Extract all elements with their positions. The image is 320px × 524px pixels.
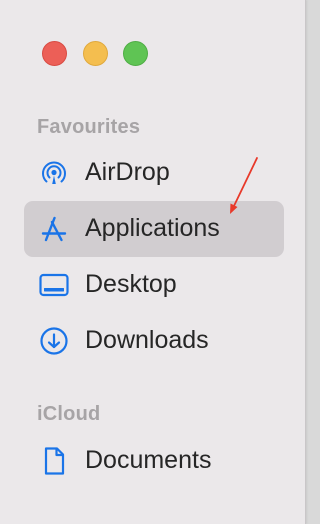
applications-icon xyxy=(41,216,67,242)
finder-sidebar-window: Favourites AirDrop Applications Desktop xyxy=(0,0,306,524)
sidebar-item-downloads[interactable]: Downloads xyxy=(24,313,284,369)
downloads-icon xyxy=(40,327,68,355)
zoom-window-button[interactable] xyxy=(123,41,148,66)
sidebar-item-label: Downloads xyxy=(85,326,209,354)
document-icon xyxy=(44,447,65,475)
icloud-heading: iCloud xyxy=(37,403,101,425)
sidebar-item-label: Applications xyxy=(85,214,220,242)
desktop-icon xyxy=(39,273,69,297)
sidebar-item-label: Documents xyxy=(85,446,212,474)
minimize-window-button[interactable] xyxy=(83,41,108,66)
favourites-heading: Favourites xyxy=(37,116,141,138)
airdrop-icon xyxy=(42,161,66,184)
sidebar-item-applications[interactable]: Applications xyxy=(24,201,284,257)
sidebar-item-desktop[interactable]: Desktop xyxy=(24,257,284,313)
sidebar-item-label: AirDrop xyxy=(85,158,170,186)
sidebar-item-documents[interactable]: Documents xyxy=(24,433,284,489)
close-window-button[interactable] xyxy=(42,41,67,66)
sidebar-item-airdrop[interactable]: AirDrop xyxy=(24,145,284,201)
sidebar-item-label: Desktop xyxy=(85,270,177,298)
